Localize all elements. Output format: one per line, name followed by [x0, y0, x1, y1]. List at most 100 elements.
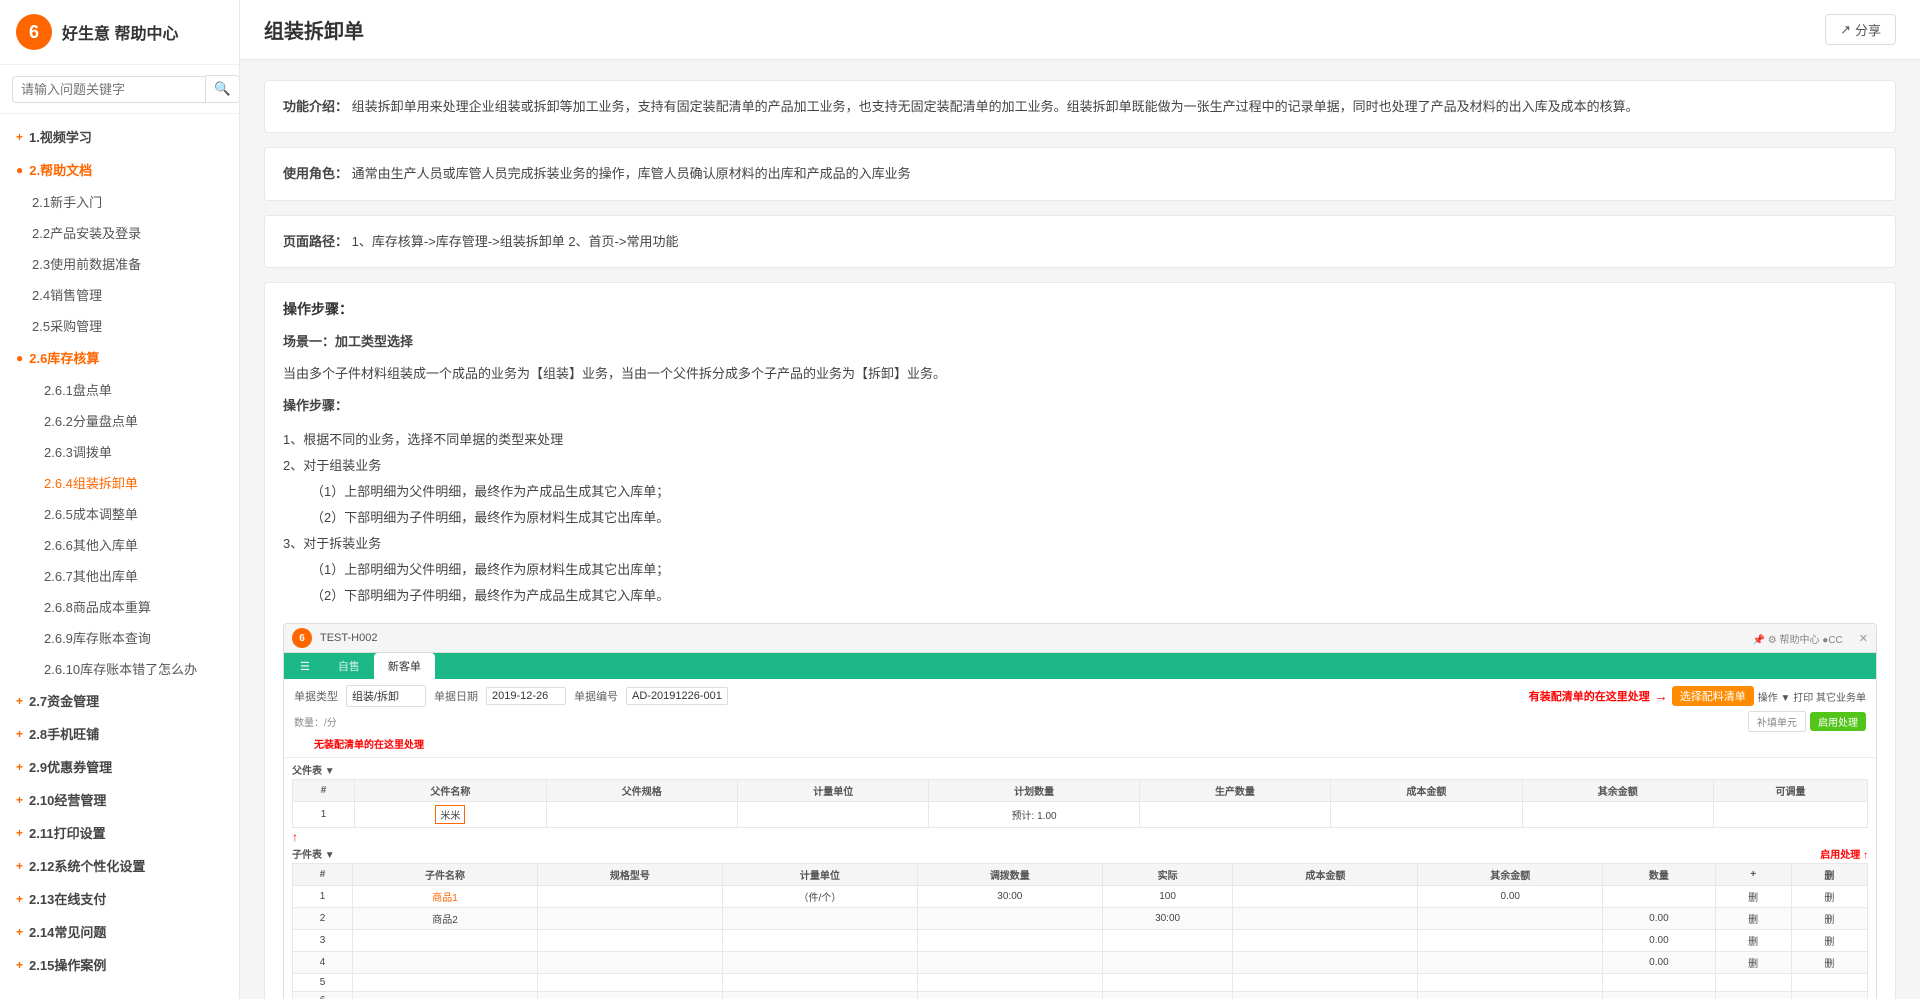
- ops-steps-label: 操作步骤：: [283, 393, 1877, 419]
- mock-upper-table: # 父件名称 父件规格 计量单位 计划数量 生产数量 成本金额 其余金额 可调量: [292, 779, 1868, 828]
- mock-field-org[interactable]: 补填单元: [1748, 711, 1806, 732]
- sidebar-item-cost-calc[interactable]: 2.6.8商品成本重算: [0, 591, 239, 622]
- table-row: 5: [293, 974, 1868, 992]
- mock-date-field[interactable]: 2019-12-26: [486, 687, 566, 705]
- step-1: 1、根据不同的业务，选择不同单据的类型来处理: [283, 427, 1877, 453]
- path-label: 页面路径：: [283, 234, 348, 249]
- role-label: 使用角色：: [283, 166, 348, 181]
- step-2-1: （1）上部明细为父件明细，最终作为产成品生成其它入库单；: [311, 479, 1877, 505]
- step-2: 2、对于组装业务: [283, 453, 1877, 479]
- table-row: 2 商品2 30:00 0.00 删: [293, 908, 1868, 930]
- mock-table-upper-label: 父件表 ▼: [292, 762, 335, 777]
- share-icon: ↗: [1840, 22, 1851, 38]
- step-2-2: （2）下部明细为子件明细，最终作为原材料生成其它出库单。: [311, 505, 1877, 531]
- search-button[interactable]: 🔍: [206, 75, 240, 103]
- mock-form: 单据类型 组装/拆卸 单据日期 2019-12-26 单据编号 AD-20191…: [284, 679, 1876, 758]
- mock-tab-new[interactable]: 新客单: [374, 653, 435, 679]
- sidebar-item-help-docs[interactable]: ● 2.帮助文档: [0, 153, 239, 186]
- table-row: 6: [293, 992, 1868, 999]
- sidebar-item-sales[interactable]: 2.4销售管理: [0, 279, 239, 310]
- path-block: 页面路径： 1、库存核算->库存管理->组装拆卸单 2、首页->常用功能: [264, 215, 1896, 268]
- mock-btn-config[interactable]: 选择配料清单: [1672, 686, 1754, 706]
- scenario1-label: 场景一：加工类型选择: [283, 329, 1877, 355]
- app-name: 好生意 帮助中心: [62, 20, 178, 44]
- arrow-up-left: ↑: [292, 830, 298, 844]
- mock-lower-table: # 子件名称 规格型号 计量单位 调拨数量 实际 成本金额 其余金额 数量: [292, 863, 1868, 999]
- sidebar-item-video[interactable]: + 1.视频学习: [0, 120, 239, 153]
- sidebar-header: 6 好生意 帮助中心: [0, 0, 239, 65]
- search-area: 🔍: [0, 65, 239, 114]
- mock-tab-bar: ☰ 自售 新客单: [284, 653, 1876, 679]
- mock-logo: 6: [292, 628, 312, 648]
- mock-btn-enable[interactable]: 启用处理: [1810, 712, 1866, 731]
- page-header: 组装拆卸单 ↗ 分享: [240, 0, 1920, 60]
- sidebar-item-inventory-check[interactable]: 2.6.1盘点单: [0, 374, 239, 405]
- sidebar: 6 好生意 帮助中心 🔍 + 1.视频学习 ● 2.帮助文档 2.1新手入门 2…: [0, 0, 240, 999]
- annotation-enable: 启用处理 ↑: [1820, 846, 1868, 861]
- role-block: 使用角色： 通常由生产人员或库管人员完成拆装业务的操作，库管人员确认原材料的出库…: [264, 147, 1896, 200]
- sidebar-item-cases[interactable]: + 2.15操作案例: [0, 948, 239, 981]
- sidebar-item-other-out[interactable]: 2.6.7其他出库单: [0, 560, 239, 591]
- sidebar-item-print[interactable]: + 2.11打印设置: [0, 816, 239, 849]
- mock-tab-self[interactable]: 自售: [324, 653, 374, 679]
- page-title: 组装拆卸单: [264, 15, 364, 44]
- mock-type-label: 单据类型: [294, 688, 338, 704]
- sidebar-item-assembly[interactable]: 2.6.4组装拆卸单: [0, 467, 239, 498]
- sidebar-item-inventory[interactable]: ● 2.6库存核算: [0, 341, 239, 374]
- mock-num-label: 单据编号: [574, 688, 618, 704]
- sidebar-item-custom[interactable]: + 2.12系统个性化设置: [0, 849, 239, 882]
- step-3-1: （1）上部明细为父件明细，最终作为原材料生成其它出库单；: [311, 557, 1877, 583]
- table-row: 1 商品1 （件/个） 30:00 100 0.00 删: [293, 886, 1868, 908]
- sidebar-item-purchase[interactable]: 2.5采购管理: [0, 310, 239, 341]
- sidebar-item-faq[interactable]: + 2.14常见问题: [0, 915, 239, 948]
- search-icon: 🔍: [214, 81, 231, 96]
- table-row: 1 米米 预计: 1.00: [293, 802, 1868, 828]
- mock-lower-table-area: 子件表 ▼ 启用处理 ↑ # 子件名称 规格型号 计量单位: [284, 846, 1876, 999]
- func-intro-label: 功能介绍：: [283, 99, 348, 114]
- sidebar-item-mobile[interactable]: + 2.8手机旺铺: [0, 717, 239, 750]
- mock-type-field[interactable]: 组装/拆卸: [346, 685, 426, 707]
- func-intro-text: 组装拆卸单用来处理企业组装或拆卸等加工业务，支持有固定装配清单的产品加工业务，也…: [352, 99, 1639, 114]
- sidebar-item-payment[interactable]: + 2.13在线支付: [0, 882, 239, 915]
- func-intro-block: 功能介绍： 组装拆卸单用来处理企业组装或拆卸等加工业务，支持有固定装配清单的产品…: [264, 80, 1896, 133]
- sidebar-item-finance[interactable]: + 2.7资金管理: [0, 684, 239, 717]
- mock-nav-icons: 📌 ⚙ 帮助中心 ●CC: [1753, 631, 1843, 646]
- mock-sidebar-icon: ☰: [300, 660, 310, 673]
- sidebar-item-partial-check[interactable]: 2.6.2分量盘点单: [0, 405, 239, 436]
- mock-switch-row: ↑: [284, 828, 1876, 846]
- mock-num-field[interactable]: AD-20191226-001: [626, 687, 728, 705]
- sidebar-item-data-prep[interactable]: 2.3使用前数据准备: [0, 248, 239, 279]
- table-row: 3 0.00 删 删: [293, 930, 1868, 952]
- path-text: 1、库存核算->库存管理->组装拆卸单 2、首页->常用功能: [352, 234, 679, 249]
- sidebar-item-cost-adjust[interactable]: 2.6.5成本调整单: [0, 498, 239, 529]
- sidebar-item-ops[interactable]: + 2.10经营管理: [0, 783, 239, 816]
- step-3: 3、对于拆装业务: [283, 531, 1877, 557]
- sidebar-item-beginner[interactable]: 2.1新手入门: [0, 186, 239, 217]
- search-input[interactable]: [12, 76, 206, 103]
- mock-date-label: 单据日期: [434, 688, 478, 704]
- mock-more-btns: 操作 ▼ 打印 其它业务单: [1758, 689, 1866, 704]
- mock-count-label: 数量：/分: [294, 714, 337, 729]
- mock-upper-table-area: 父件表 ▼ # 父件名称 父件规格 计量单位 计划数量: [284, 758, 1876, 828]
- ops-section: 操作步骤： 场景一：加工类型选择 当由多个子件材料组装成一个成品的业务为【组装】…: [264, 282, 1896, 999]
- sidebar-item-stock-error[interactable]: 2.6.10库存账本错了怎么办: [0, 653, 239, 684]
- mock-titlebar: 6 TEST-H002 📌 ⚙ 帮助中心 ●CC ✕: [284, 624, 1876, 653]
- main-content: 组装拆卸单 ↗ 分享 功能介绍： 组装拆卸单用来处理企业组装或拆卸等加工业务，支…: [240, 0, 1920, 999]
- annotation2-text: 无装配清单的在这里处理: [314, 736, 424, 751]
- sidebar-item-coupon[interactable]: + 2.9优惠券管理: [0, 750, 239, 783]
- sidebar-item-adjust[interactable]: 2.6.3调拨单: [0, 436, 239, 467]
- share-button[interactable]: ↗ 分享: [1825, 14, 1896, 45]
- content-area: 功能介绍： 组装拆卸单用来处理企业组装或拆卸等加工业务，支持有固定装配清单的产品…: [240, 60, 1920, 999]
- sidebar-item-install[interactable]: 2.2产品安装及登录: [0, 217, 239, 248]
- mock-table-lower-label: 子件表 ▼: [292, 846, 335, 861]
- screenshot: 6 TEST-H002 📌 ⚙ 帮助中心 ●CC ✕ ☰ 自售: [283, 623, 1877, 999]
- arrow-right: →: [1654, 688, 1668, 704]
- annotation1-text: 有装配清单的在这里处理: [1529, 688, 1650, 704]
- step-3-2: （2）下部明细为子件明细，最终作为产成品生成其它入库单。: [311, 583, 1877, 609]
- app-logo: 6: [16, 14, 52, 50]
- sidebar-item-stock-query[interactable]: 2.6.9库存账本查询: [0, 622, 239, 653]
- role-text: 通常由生产人员或库管人员完成拆装业务的操作，库管人员确认原材料的出库和产成品的入…: [352, 166, 911, 181]
- sidebar-item-other-in[interactable]: 2.6.6其他入库单: [0, 529, 239, 560]
- scenario1-desc: 当由多个子件材料组装成一个成品的业务为【组装】业务，当由一个父件拆分成多个子产品…: [283, 361, 1877, 387]
- mock-close[interactable]: ✕: [1859, 632, 1868, 645]
